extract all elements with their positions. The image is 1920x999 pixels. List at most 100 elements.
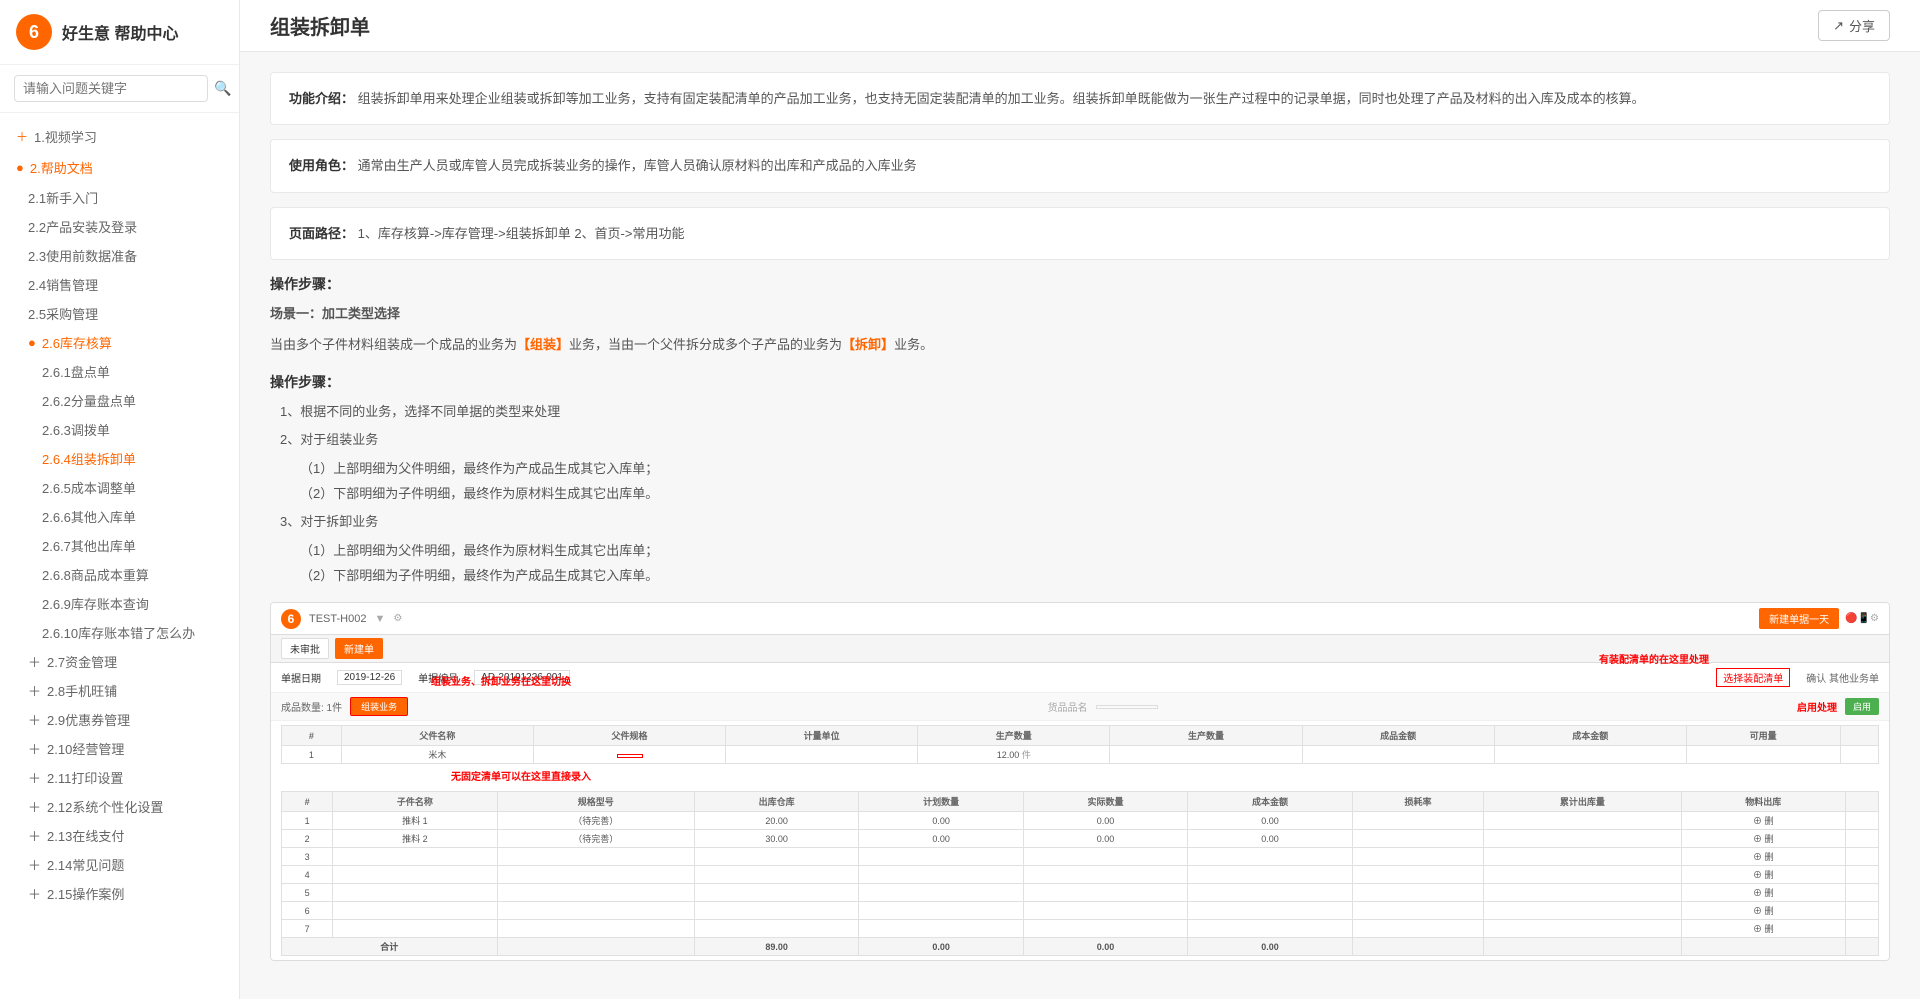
step2-sub1: （1）上部明细为父件明细，最终作为产成品生成其它入库单；: [270, 457, 1890, 482]
sidebar-item-mobile[interactable]: ＋ 2.8手机旺铺: [0, 676, 239, 705]
sidebar-item-partial-stocktake[interactable]: 2.6.2分量盘点单: [0, 386, 239, 415]
minus-icon-inventory: ●: [28, 335, 36, 350]
main-content: 组装拆卸单 ↗ 分享 功能介绍： 组装拆卸单用来处理企业组装或拆卸等加工业务，支…: [240, 0, 1920, 999]
sidebar-item-install[interactable]: 2.2产品安装及登录: [0, 212, 239, 241]
sidebar-item-cost-recalc[interactable]: 2.6.8商品成本重算: [0, 560, 239, 589]
mock-goods-qty: 成品数量: 1件: [281, 699, 342, 714]
path-card: 页面路径： 1、库存核算->库存管理->组装拆卸单 2、首页->常用功能: [270, 207, 1890, 260]
step2-sub2: （2）下部明细为子件明细，最终作为原材料生成其它出库单。: [270, 482, 1890, 507]
topbar: 组装拆卸单 ↗ 分享: [240, 0, 1920, 52]
mock-lower-table: # 子件名称 规格型号 出库仓库 计划数量 实际数量 成本金额 损耗率 累计出库…: [281, 791, 1879, 956]
cell-qty2: [1110, 746, 1302, 764]
col-parent-name: 父件名称: [341, 726, 533, 746]
sub-table-row-6: 6 ⊕ 删: [282, 902, 1879, 920]
step1: 1、根据不同的业务，选择不同单据的类型来处理: [270, 400, 1890, 425]
sidebar-item-cost-adjust[interactable]: 2.6.5成本调整单: [0, 473, 239, 502]
mock-goods-input[interactable]: [1096, 705, 1158, 709]
plus-icon-cases: ＋: [28, 884, 41, 903]
col-unit: 计量单位: [726, 726, 918, 746]
sub-table-row-4: 4 ⊕ 删: [282, 866, 1879, 884]
plus-icon-faq: ＋: [28, 855, 41, 874]
disassembly-keyword: 【拆卸】: [842, 337, 894, 352]
logo-icon: 6: [16, 14, 52, 50]
sidebar-item-finance[interactable]: ＋ 2.7资金管理: [0, 647, 239, 676]
sidebar-item-stocktake[interactable]: 2.6.1盘点单: [0, 357, 239, 386]
path-label: 页面路径：: [289, 226, 354, 241]
sidebar-item-data-prep[interactable]: 2.3使用前数据准备: [0, 241, 239, 270]
assembly-keyword: 【组装】: [517, 337, 569, 352]
cell-spec: [533, 746, 725, 764]
sidebar-item-coupon[interactable]: ＋ 2.9优惠券管理: [0, 705, 239, 734]
mock-app-id: TEST-H002: [309, 613, 366, 625]
mock-tab-new[interactable]: 新建单: [335, 638, 383, 659]
sub-col-cum: 累计出库量: [1484, 792, 1681, 812]
sidebar-item-purchase[interactable]: 2.5采购管理: [0, 299, 239, 328]
sub-col-act: [1846, 792, 1879, 812]
search-button[interactable]: 🔍: [214, 80, 231, 97]
intro-text: 组装拆卸单用来处理企业组装或拆卸等加工业务，支持有固定装配清单的产品加工业务，也…: [358, 91, 1645, 106]
annotation5-input[interactable]: [617, 754, 643, 758]
step2: 2、对于组装业务: [270, 428, 1890, 453]
col-action: [1840, 726, 1878, 746]
page-title: 组装拆卸单: [270, 11, 370, 40]
sub-table-row-2: 2 推料 2 （待完善） 30.00 0.00 0.00 0.00 ⊕ 删: [282, 830, 1879, 848]
step3-sub2: （2）下部明细为子件明细，最终作为产成品生成其它入库单。: [270, 564, 1890, 589]
minus-icon: ●: [16, 160, 24, 175]
annotation4-text: 启用处理: [1797, 699, 1837, 714]
col-prod-qty2: 生产数量: [1110, 726, 1302, 746]
sub-col-cost: 成本金额: [1188, 792, 1352, 812]
content-area: 功能介绍： 组装拆卸单用来处理企业组装或拆卸等加工业务，支持有固定装配清单的产品…: [240, 52, 1920, 999]
sidebar-item-help-docs[interactable]: ● 2.帮助文档: [0, 152, 239, 183]
step3: 3、对于拆卸业务: [270, 510, 1890, 535]
mock-more-actions: 确认 其他业务单: [1806, 670, 1879, 685]
sub-col-spec: 规格型号: [497, 792, 694, 812]
sidebar-item-sales[interactable]: 2.4销售管理: [0, 270, 239, 299]
path-text: 1、库存核算->库存管理->组装拆卸单 2、首页->常用功能: [358, 226, 685, 241]
role-text: 通常由生产人员或库管人员完成拆装业务的操作，库管人员确认原材料的出库和产成品的入…: [358, 158, 917, 173]
sidebar-item-inventory-ledger[interactable]: 2.6.9库存账本查询: [0, 589, 239, 618]
col-parent-spec: 父件规格: [533, 726, 725, 746]
sidebar-item-cases[interactable]: ＋ 2.15操作案例: [0, 879, 239, 908]
cell-ops: [1840, 746, 1878, 764]
col-avail: 可用量: [1686, 726, 1840, 746]
mock-tab-pending[interactable]: 未审批: [281, 638, 329, 659]
plus-icon-ops: ＋: [28, 739, 41, 758]
col-prod-amt: 成品金额: [1302, 726, 1494, 746]
mock-date-label: 单据日期: [281, 670, 321, 685]
mock-new-btn[interactable]: 新建单据一天: [1759, 608, 1839, 629]
sidebar-item-inventory-error[interactable]: 2.6.10库存账本错了怎么办: [0, 618, 239, 647]
sub-col-num: #: [282, 792, 333, 812]
mock-date-val: 2019-12-26: [337, 670, 402, 685]
share-button[interactable]: ↗ 分享: [1818, 10, 1890, 41]
sidebar-item-video[interactable]: ＋ 1.视频学习: [0, 121, 239, 152]
sidebar-item-inventory[interactable]: ● 2.6库存核算: [0, 328, 239, 357]
sub-table-row-3: 3 ⊕ 删: [282, 848, 1879, 866]
sidebar-item-transfer[interactable]: 2.6.3调拨单: [0, 415, 239, 444]
sub-col-wh: 出库仓库: [694, 792, 858, 812]
mock-type-selector[interactable]: 组装业务: [350, 697, 408, 716]
sidebar-item-print[interactable]: ＋ 2.11打印设置: [0, 763, 239, 792]
mock-topbar: 6 TEST-H002 ▼ ⚙ 新建单据一天 🔴📱⚙: [271, 603, 1889, 635]
sidebar-item-assembly[interactable]: 2.6.4组装拆卸单: [0, 444, 239, 473]
mock-topbar-icons: 🔴📱⚙: [1845, 613, 1879, 624]
sidebar-item-pay[interactable]: ＋ 2.13在线支付: [0, 821, 239, 850]
sidebar-item-other-out[interactable]: 2.6.7其他出库单: [0, 531, 239, 560]
mock-form-row2: 成品数量: 1件 组装业务、拆卸业务在这里切换 组装业务 货品品名 启用处理 启…: [271, 693, 1889, 721]
cell-unit: [726, 746, 918, 764]
sidebar-item-faq[interactable]: ＋ 2.14常见问题: [0, 850, 239, 879]
col-num: #: [282, 726, 342, 746]
search-input[interactable]: [14, 75, 208, 102]
sidebar-item-other-in[interactable]: 2.6.6其他入库单: [0, 502, 239, 531]
sidebar-item-ops[interactable]: ＋ 2.10经营管理: [0, 734, 239, 763]
logo-area: 6 好生意 帮助中心: [0, 0, 239, 65]
sub-table-row-1: 1 推料 1 （待完善） 20.00 0.00 0.00 0.00 ⊕ 删: [282, 812, 1879, 830]
mock-upper-table: # 父件名称 父件规格 计量单位 生产数量 生产数量 成品金额 成本金额 可用量: [281, 725, 1879, 764]
cell-qty1: 12.00 件: [918, 746, 1110, 764]
intro-label: 功能介绍：: [289, 91, 354, 106]
steps-intro: 操作步骤：: [270, 372, 1890, 392]
nav-tree: ＋ 1.视频学习 ● 2.帮助文档 2.1新手入门 2.2产品安装及登录 2.3…: [0, 113, 239, 999]
sidebar-item-system[interactable]: ＋ 2.12系统个性化设置: [0, 792, 239, 821]
sidebar-item-newbie[interactable]: 2.1新手入门: [0, 183, 239, 212]
mock-enable-btn[interactable]: 启用: [1845, 698, 1879, 715]
annotation1-btn[interactable]: 选择装配清单: [1716, 668, 1790, 687]
